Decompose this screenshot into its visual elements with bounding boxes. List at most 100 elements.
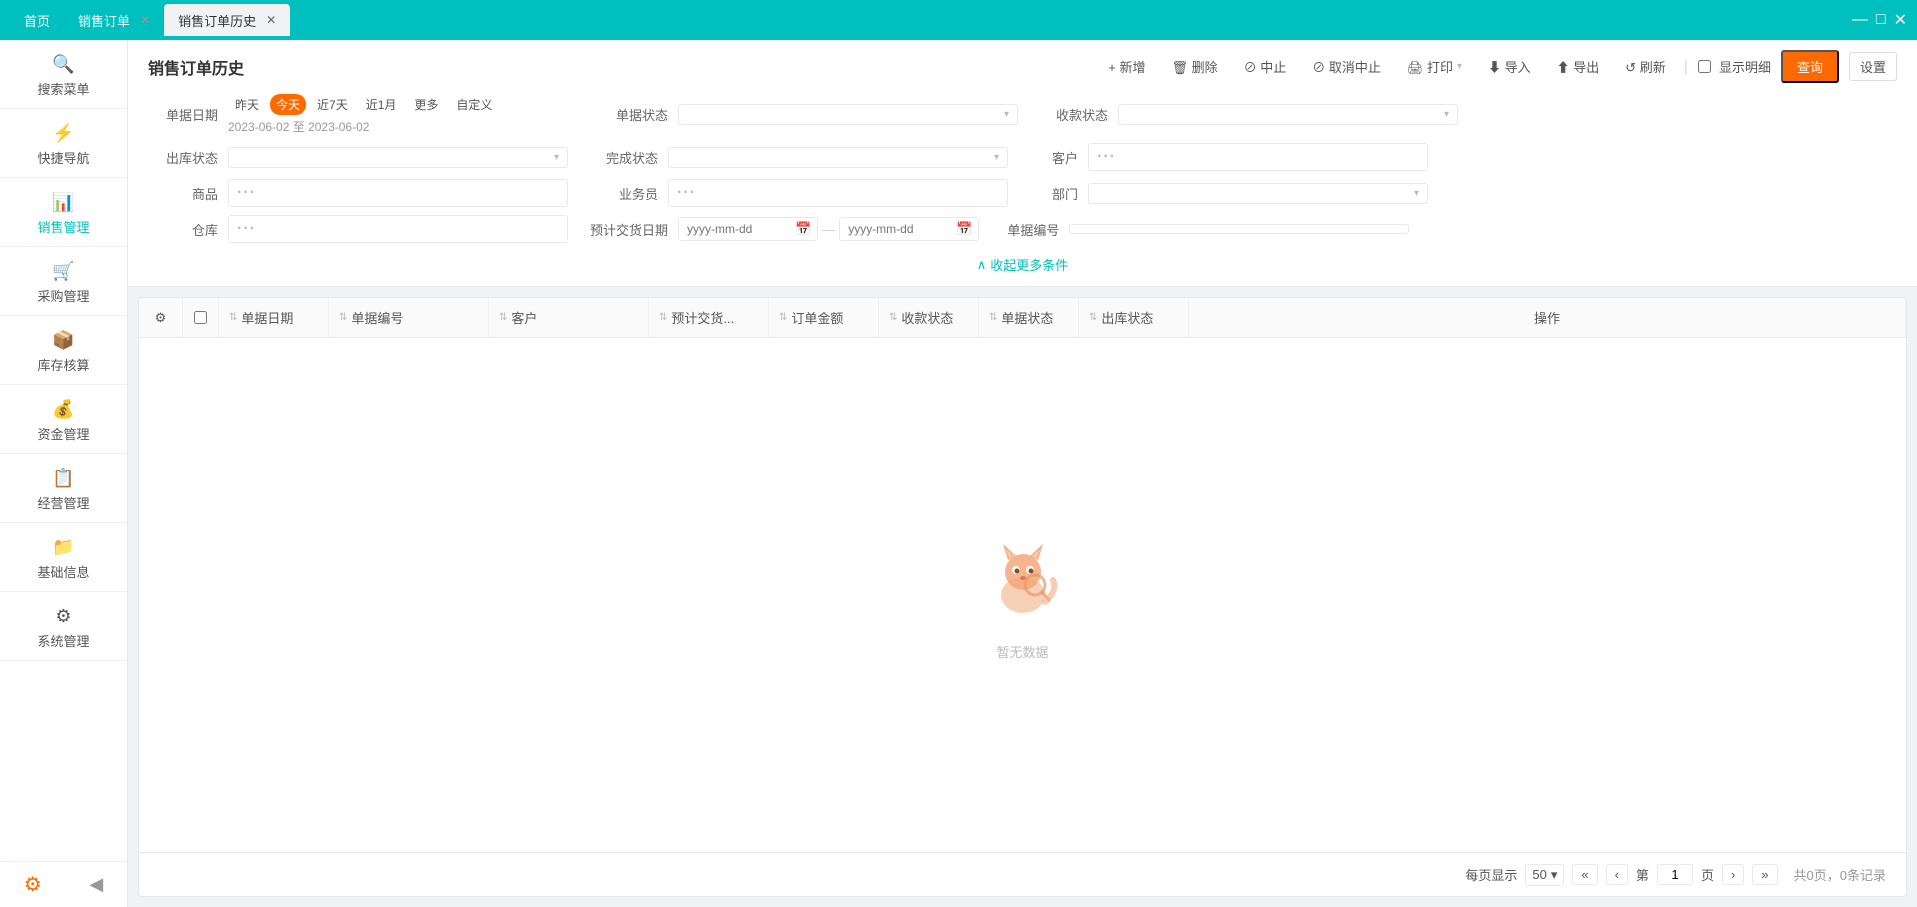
th-no: ⇅ 单据编号: [329, 298, 489, 337]
th-amount-sort-icon[interactable]: ⇅: [779, 312, 787, 323]
th-date-label: 单据日期: [241, 308, 293, 327]
filter-row-1: 单据日期 昨天 今天 近7天 近1月 更多 自定义 2023-06-02 至 2…: [148, 93, 1897, 135]
th-settings[interactable]: ⚙: [139, 298, 183, 337]
delivery-date-from-calendar-icon[interactable]: 📅: [789, 221, 817, 237]
sidebar-item-base-info[interactable]: 📁 基础信息: [0, 523, 127, 592]
order-status-select[interactable]: ▾: [678, 104, 1018, 125]
sidebar-item-search-menu[interactable]: 🔍 搜索菜单: [0, 40, 127, 109]
export-button[interactable]: ⬆ 导出: [1549, 53, 1608, 80]
tab-home[interactable]: 首页: [10, 4, 64, 36]
page-title-row: 销售订单历史 + 新增 🗑 删除 ⊘ 中止 ⊘ 取消中止 🖨 打印 ▾ ⬇ 导入…: [148, 50, 1897, 83]
date-buttons: 昨天 今天 近7天 近1月 更多 自定义: [228, 93, 568, 116]
sidebar-item-biz-mgmt[interactable]: 📋 经营管理: [0, 454, 127, 523]
refresh-button[interactable]: ↺ 刷新: [1617, 53, 1674, 80]
new-button[interactable]: + 新增: [1100, 53, 1153, 80]
payment-status-label: 收款状态: [1038, 105, 1118, 124]
complete-status-select[interactable]: ▾: [668, 147, 1008, 168]
display-cols-label: 显示明细: [1719, 57, 1771, 76]
sidebar-item-sales-mgmt[interactable]: 📊 销售管理: [0, 178, 127, 247]
warehouse-more-icon[interactable]: ···: [237, 220, 256, 238]
th-delivery-status-sort-icon[interactable]: ⇅: [1089, 312, 1097, 323]
th-no-sort-icon[interactable]: ⇅: [339, 312, 347, 323]
salesperson-more-icon[interactable]: ···: [677, 184, 696, 202]
date-btn-1month[interactable]: 近1月: [359, 93, 404, 116]
goods-filter: ···: [228, 179, 568, 207]
delivery-date-to[interactable]: [840, 218, 950, 240]
stop-button[interactable]: ⊘ 中止: [1236, 53, 1295, 80]
th-pay-status-sort-icon[interactable]: ⇅: [889, 312, 897, 323]
th-no-label: 单据编号: [351, 308, 403, 327]
th-delivery-sort-icon[interactable]: ⇅: [659, 312, 667, 323]
delivery-date-to-calendar-icon[interactable]: 📅: [950, 221, 978, 237]
filter-row-3: 商品 ··· 业务员 ··· 部门 ▾: [148, 179, 1897, 207]
delivery-status-select[interactable]: ▾: [228, 147, 568, 168]
topbar-close-icon[interactable]: ✕: [1894, 10, 1907, 30]
order-no-input[interactable]: [1069, 224, 1409, 234]
biz-mgmt-icon: 📋: [52, 468, 74, 489]
topbar-maximize-icon[interactable]: □: [1876, 11, 1886, 29]
delivery-status-filter: ▾: [228, 147, 568, 168]
th-order-status-sort-icon[interactable]: ⇅: [989, 312, 997, 323]
query-button[interactable]: 查询: [1781, 50, 1839, 83]
sidebar-item-inventory-check[interactable]: 📦 库存核算: [0, 316, 127, 385]
sidebar: 🔍 搜索菜单 ⚡ 快捷导航 📊 销售管理 🛒 采购管理 📦 库存核算 💰 资金管…: [0, 40, 128, 907]
cancel-stop-button[interactable]: ⊘ 取消中止: [1304, 53, 1389, 80]
date-btn-7days[interactable]: 近7天: [310, 93, 355, 116]
tab-sales-order[interactable]: 销售订单 ✕: [64, 4, 164, 36]
content-area: 销售订单历史 + 新增 🗑 删除 ⊘ 中止 ⊘ 取消中止 🖨 打印 ▾ ⬇ 导入…: [128, 40, 1917, 907]
goods-more-icon[interactable]: ···: [237, 184, 256, 202]
department-select[interactable]: ▾: [1088, 183, 1428, 204]
collapse-row[interactable]: ∧ 收起更多条件: [148, 251, 1897, 276]
current-page-input[interactable]: 1: [1657, 864, 1693, 885]
th-amount: ⇅ 订单金额: [769, 298, 879, 337]
tab-sales-order-history-close[interactable]: ✕: [266, 13, 276, 27]
empty-text: 暂无数据: [996, 642, 1048, 661]
goods-input[interactable]: ···: [228, 179, 568, 207]
print-button[interactable]: 🖨 打印 ▾: [1399, 53, 1470, 80]
sidebar-collapse-icon[interactable]: ◀: [89, 874, 103, 895]
complete-status-filter: ▾: [668, 147, 1008, 168]
sidebar-item-fund-mgmt[interactable]: 💰 资金管理: [0, 385, 127, 454]
sidebar-item-fund-mgmt-label: 资金管理: [37, 424, 89, 443]
th-customer-sort-icon[interactable]: ⇅: [499, 312, 507, 323]
date-range-separator: —: [818, 222, 839, 237]
display-cols-checkbox[interactable]: 显示明细: [1698, 57, 1771, 76]
payment-status-select[interactable]: ▾: [1118, 104, 1458, 125]
sidebar-settings-icon[interactable]: ⚙: [24, 872, 42, 897]
top-bar: 首页 销售订单 ✕ 销售订单历史 ✕ — □ ✕: [0, 0, 1917, 40]
tab-sales-order-close[interactable]: ✕: [140, 13, 150, 27]
sidebar-item-sys-mgmt[interactable]: ⚙ 系统管理: [0, 592, 127, 661]
th-delivery: ⇅ 预计交货...: [649, 298, 769, 337]
delivery-date-from[interactable]: [679, 218, 789, 240]
topbar-minimize-icon[interactable]: —: [1852, 11, 1868, 29]
last-page-button[interactable]: »: [1752, 864, 1777, 885]
prev-page-button[interactable]: ‹: [1606, 864, 1628, 885]
tab-sales-order-history[interactable]: 销售订单历史 ✕: [164, 4, 290, 36]
display-cols-input[interactable]: [1698, 60, 1711, 73]
delete-button[interactable]: 🗑 删除: [1164, 53, 1226, 80]
th-checkbox[interactable]: [183, 298, 219, 337]
first-page-button[interactable]: «: [1572, 864, 1597, 885]
print-arrow-icon: ▾: [1457, 61, 1462, 72]
select-all-checkbox[interactable]: [194, 311, 207, 324]
date-btn-today[interactable]: 今天: [270, 94, 306, 115]
th-date-sort-icon[interactable]: ⇅: [229, 312, 237, 323]
salesperson-input[interactable]: ···: [668, 179, 1008, 207]
next-page-button[interactable]: ›: [1722, 864, 1744, 885]
import-button[interactable]: ⬇ 导入: [1480, 53, 1539, 80]
customer-more-icon[interactable]: ···: [1097, 148, 1116, 166]
sidebar-item-quick-nav[interactable]: ⚡ 快捷导航: [0, 109, 127, 178]
date-btn-yesterday[interactable]: 昨天: [228, 93, 266, 116]
tab-sales-order-history-label: 销售订单历史: [178, 11, 256, 30]
page-size-select[interactable]: 50 ▾: [1525, 864, 1564, 886]
expected-delivery-label: 预计交货日期: [588, 220, 678, 239]
sidebar-item-purchase-mgmt[interactable]: 🛒 采购管理: [0, 247, 127, 316]
customer-input[interactable]: ···: [1088, 143, 1428, 171]
customer-label: 客户: [1028, 148, 1088, 167]
date-btn-more[interactable]: 更多: [407, 93, 445, 116]
page-size-arrow-icon: ▾: [1551, 867, 1558, 883]
settings-button[interactable]: 设置: [1849, 52, 1897, 81]
warehouse-input[interactable]: ···: [228, 215, 568, 243]
page-unit-label: 页: [1701, 865, 1714, 884]
date-btn-custom[interactable]: 自定义: [449, 93, 499, 116]
